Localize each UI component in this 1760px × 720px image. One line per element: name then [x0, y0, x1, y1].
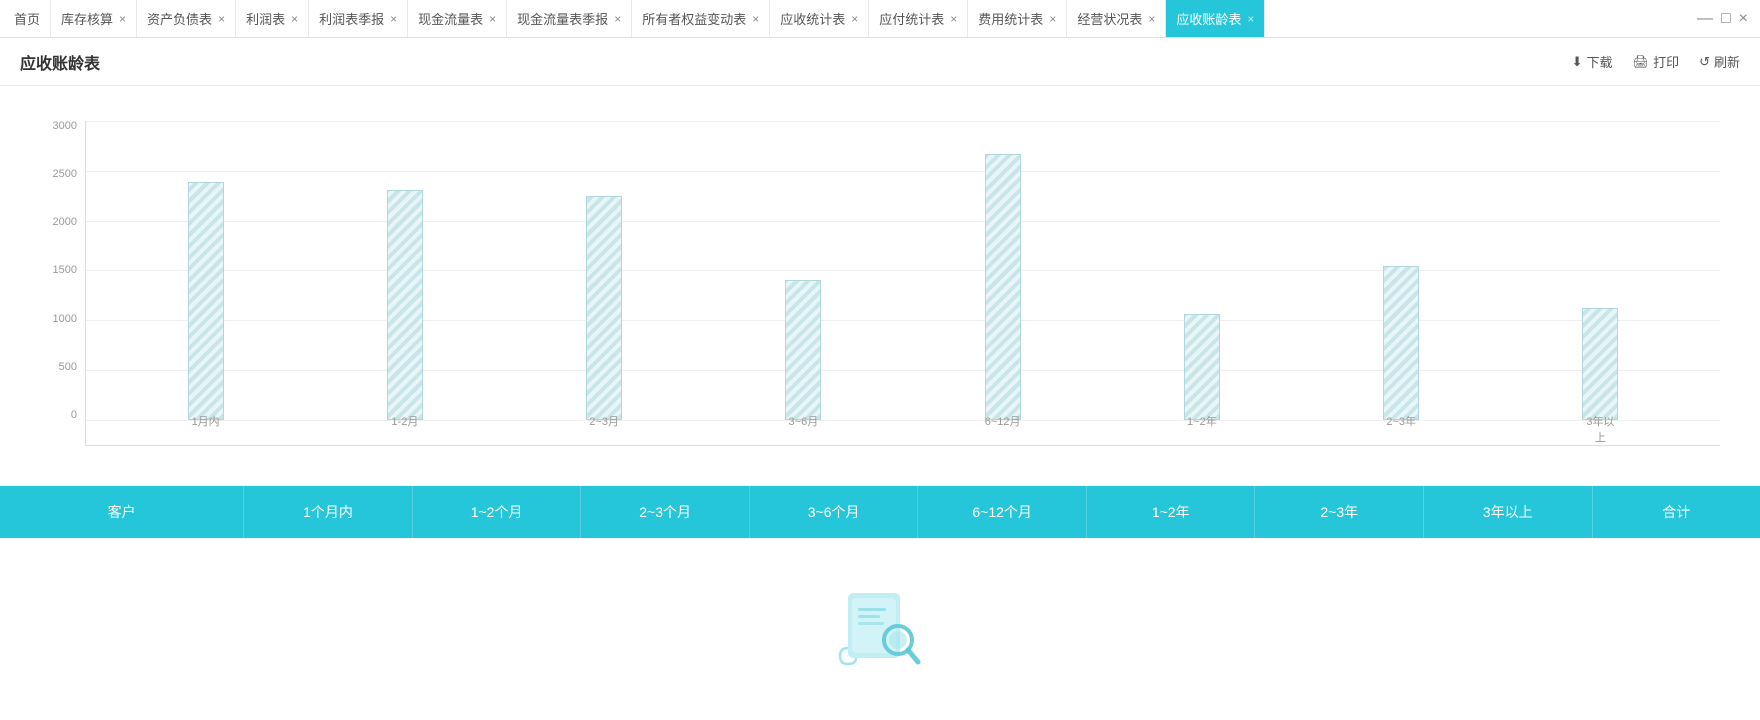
- bar-5: [1184, 314, 1220, 420]
- tab-home[interactable]: 首页: [4, 0, 51, 38]
- close-profit-quarterly-tab[interactable]: ×: [390, 12, 397, 26]
- close-payable-stat-tab[interactable]: ×: [950, 12, 957, 26]
- tab-equity[interactable]: 所有者权益变动表 ×: [632, 0, 770, 38]
- minimize-button[interactable]: —: [1697, 10, 1713, 28]
- y-label-2000: 2000: [40, 217, 77, 228]
- tab-payable-stat[interactable]: 应付统计表 ×: [869, 0, 968, 38]
- close-cashflow-tab[interactable]: ×: [489, 12, 496, 26]
- th-col-4: 3~6个月: [750, 486, 919, 538]
- empty-icon: [830, 578, 930, 678]
- x-label-5: 1~2年: [1184, 413, 1220, 445]
- th-col-8: 3年以上: [1424, 486, 1593, 538]
- x-label-6: 2~3年: [1383, 413, 1419, 445]
- th-col-3: 2~3个月: [581, 486, 750, 538]
- bar-4: [985, 154, 1021, 420]
- y-label-0: 0: [40, 410, 77, 421]
- y-label-500: 500: [40, 362, 77, 373]
- x-label-2: 2~3月: [586, 413, 622, 445]
- chart-plot: 1月内 1-2月 2~3月 3~6月 6~12月 1~2年 2~3年 3年以上: [85, 121, 1720, 446]
- close-operation-tab[interactable]: ×: [1148, 12, 1155, 26]
- tab-profit-quarterly[interactable]: 利润表季报 ×: [309, 0, 408, 38]
- th-col-2: 1~2个月: [413, 486, 582, 538]
- print-icon: 🖨: [1633, 54, 1650, 70]
- bar-1: [387, 190, 423, 420]
- empty-document-icon: [830, 578, 930, 678]
- tab-inventory[interactable]: 库存核算 ×: [51, 0, 137, 38]
- close-window-button[interactable]: ×: [1739, 10, 1748, 28]
- x-label-7: 3年以上: [1582, 413, 1618, 445]
- y-label-2500: 2500: [40, 169, 77, 180]
- close-balance-sheet-tab[interactable]: ×: [218, 12, 225, 26]
- bar-2: [586, 196, 622, 420]
- th-col-6: 1~2年: [1087, 486, 1256, 538]
- tab-balance-sheet[interactable]: 资产负债表 ×: [137, 0, 236, 38]
- bar-group-1: [387, 190, 423, 420]
- close-cashflow-quarterly-tab[interactable]: ×: [614, 12, 621, 26]
- tab-cashflow-quarterly[interactable]: 现金流量表季报 ×: [507, 0, 632, 38]
- tab-bar-actions: — □ ×: [1689, 10, 1756, 28]
- y-label-1000: 1000: [40, 314, 77, 325]
- maximize-button[interactable]: □: [1721, 10, 1731, 28]
- close-inventory-tab[interactable]: ×: [119, 12, 126, 26]
- bar-group-7: [1582, 308, 1618, 420]
- x-label-4: 6~12月: [985, 413, 1021, 445]
- close-receivable-stat-tab[interactable]: ×: [851, 12, 858, 26]
- download-button[interactable]: ⬇ 下载: [1572, 52, 1613, 71]
- page-title: 应收账龄表: [20, 50, 100, 74]
- table-header: 客户1个月内1~2个月2~3个月3~6个月6~12个月1~2年2~3年3年以上合…: [0, 486, 1760, 538]
- refresh-button[interactable]: ↺ 刷新: [1699, 52, 1740, 71]
- chart-container: 0 500 1000 1500 2000 2500 3000: [40, 106, 1720, 446]
- th-col-9: 合计: [1593, 486, 1760, 538]
- bars-row: [86, 120, 1720, 420]
- tab-cashflow[interactable]: 现金流量表 ×: [408, 0, 507, 38]
- bar-group-6: [1383, 266, 1419, 420]
- tab-expense-stat[interactable]: 费用统计表 ×: [968, 0, 1067, 38]
- chart-area: 0 500 1000 1500 2000 2500 3000: [0, 86, 1760, 486]
- th-col-5: 6~12个月: [918, 486, 1087, 538]
- bar-6: [1383, 266, 1419, 420]
- close-profit-tab[interactable]: ×: [291, 12, 298, 26]
- bar-group-3: [785, 280, 821, 420]
- page-header: 应收账龄表 ⬇ 下载 🖨 打印 ↺ 刷新: [0, 38, 1760, 86]
- close-expense-stat-tab[interactable]: ×: [1049, 12, 1056, 26]
- close-equity-tab[interactable]: ×: [752, 12, 759, 26]
- header-actions: ⬇ 下载 🖨 打印 ↺ 刷新: [1572, 52, 1740, 71]
- main-content: 0 500 1000 1500 2000 2500 3000: [0, 86, 1760, 720]
- print-button[interactable]: 🖨 打印: [1633, 52, 1680, 71]
- bar-0: [188, 182, 224, 420]
- empty-state: [0, 538, 1760, 718]
- y-label-3000: 3000: [40, 121, 77, 132]
- refresh-icon: ↺: [1699, 54, 1710, 70]
- x-label-3: 3~6月: [785, 413, 821, 445]
- download-icon: ⬇: [1572, 54, 1583, 70]
- tab-aging[interactable]: 应收账龄表 ×: [1166, 0, 1265, 38]
- tab-operation[interactable]: 经营状况表 ×: [1067, 0, 1166, 38]
- x-labels: 1月内 1-2月 2~3月 3~6月 6~12月 1~2年 2~3年 3年以上: [86, 413, 1720, 445]
- bar-group-5: [1184, 314, 1220, 420]
- tab-bar: 首页 库存核算 × 资产负债表 × 利润表 × 利润表季报 × 现金流量表 × …: [0, 0, 1760, 38]
- bar-group-0: [188, 182, 224, 420]
- bar-group-4: [985, 154, 1021, 420]
- th-col-1: 1个月内: [244, 486, 413, 538]
- close-aging-tab[interactable]: ×: [1247, 12, 1254, 26]
- y-axis: 0 500 1000 1500 2000 2500 3000: [40, 121, 85, 421]
- x-label-0: 1月内: [188, 413, 224, 445]
- bar-7: [1582, 308, 1618, 420]
- bar-group-2: [586, 196, 622, 420]
- y-label-1500: 1500: [40, 265, 77, 276]
- tab-receivable-stat[interactable]: 应收统计表 ×: [770, 0, 869, 38]
- th-col-0: 客户: [0, 486, 244, 538]
- th-col-7: 2~3年: [1255, 486, 1424, 538]
- bar-3: [785, 280, 821, 420]
- x-label-1: 1-2月: [387, 413, 423, 445]
- tab-profit[interactable]: 利润表 ×: [236, 0, 309, 38]
